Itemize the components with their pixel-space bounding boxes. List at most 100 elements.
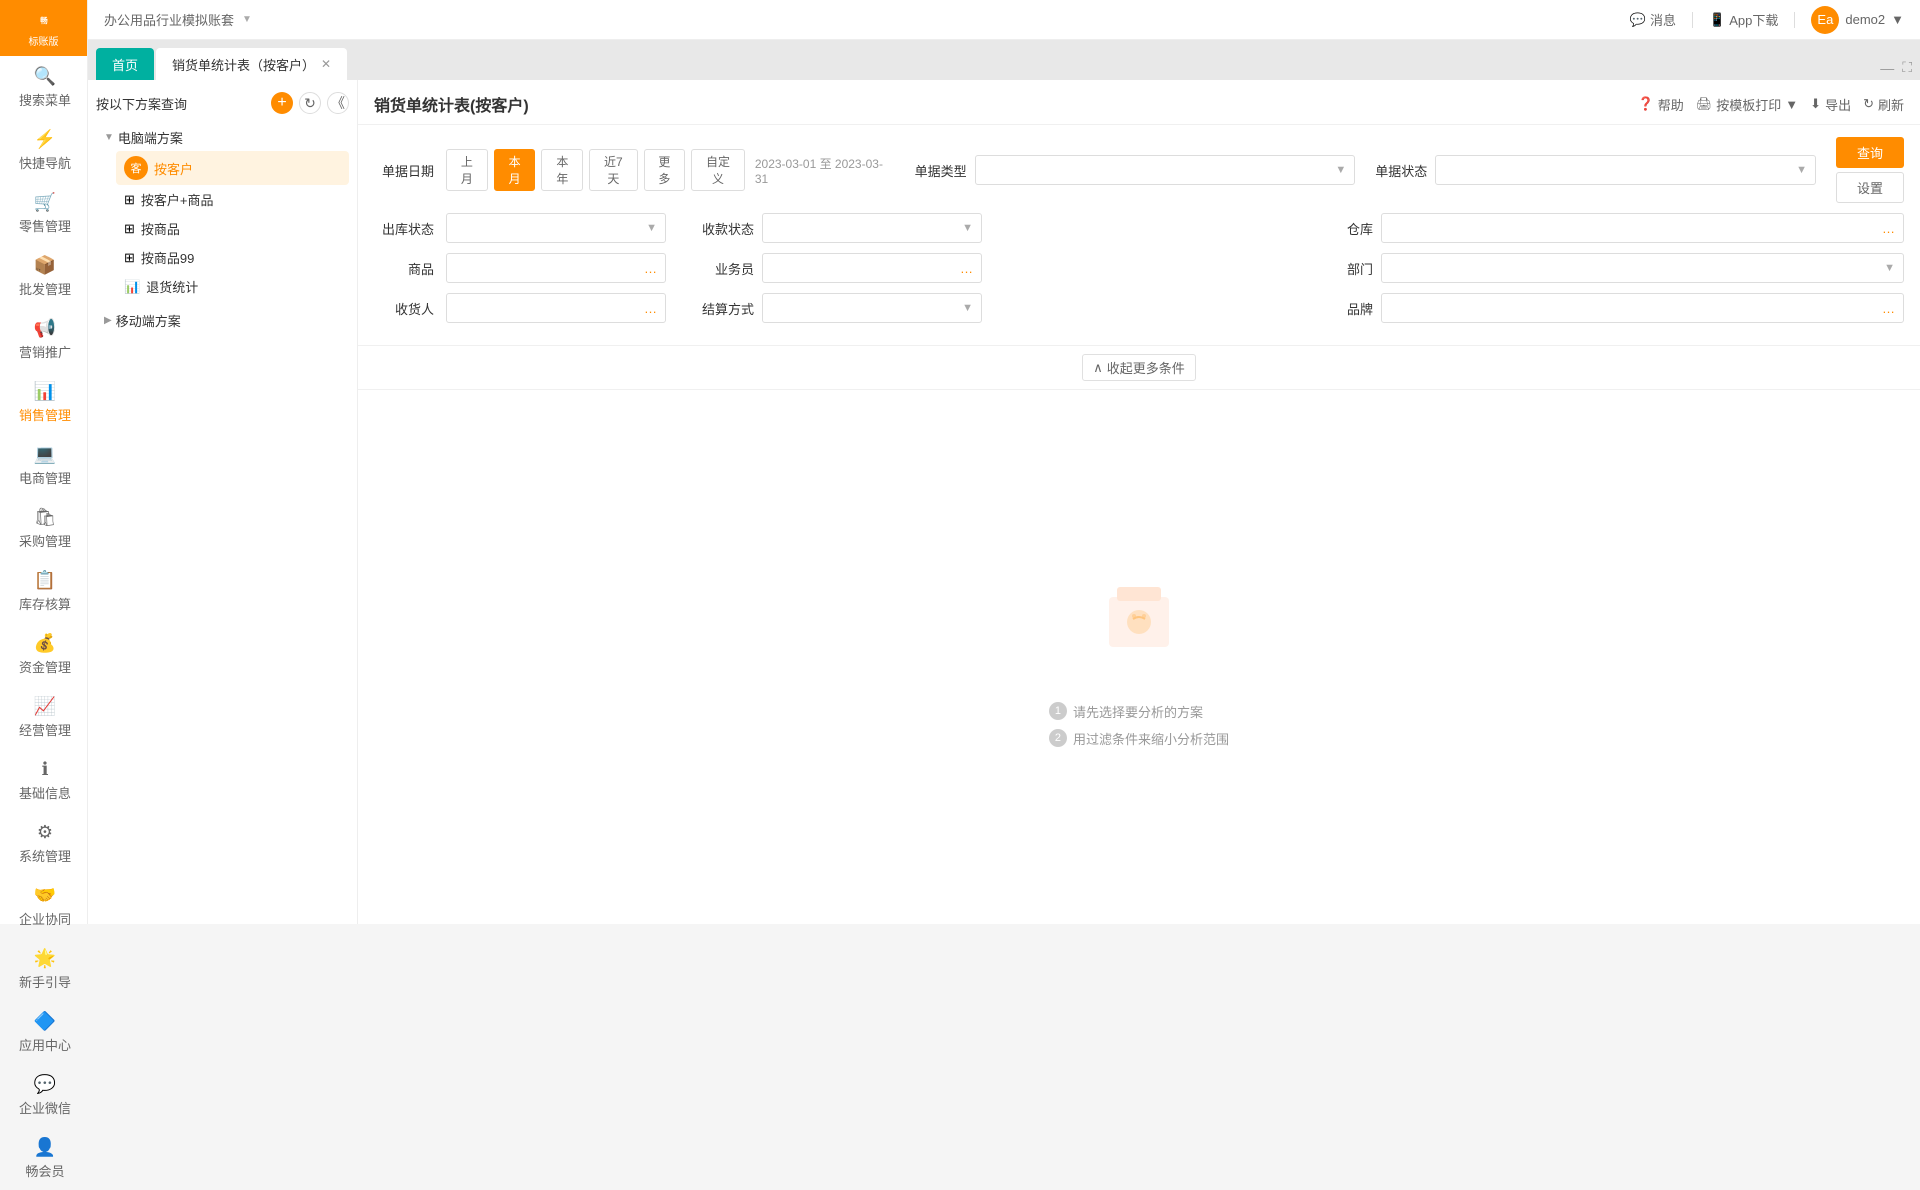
settings-button[interactable]: 设置 (1836, 172, 1904, 203)
goods-label: 商品 (374, 259, 434, 278)
empty-state-icon (1089, 567, 1189, 686)
department-select[interactable]: ▼ (1381, 253, 1904, 283)
collapse-up-icon: ∧ (1093, 360, 1103, 376)
scheme-by-goods[interactable]: ⊞ 按商品 (116, 214, 349, 243)
sidebar-item-enterprise-wechat[interactable]: 💬 企业微信 (0, 1064, 87, 1127)
tab-close-button[interactable]: ✕ (321, 57, 331, 71)
query-button[interactable]: 查询 (1836, 137, 1904, 168)
doc-status-select[interactable]: ▼ (1435, 155, 1816, 185)
finance-icon: 💰 (34, 633, 56, 654)
left-panel: 按以下方案查询 + ↻ 《 ▼ 电脑端方案 客 按客户 ⊞ 按客户 (88, 80, 358, 924)
sidebar-item-member[interactable]: 👤 畅会员 (0, 1127, 87, 1190)
refresh-scheme-button[interactable]: ↻ (299, 92, 321, 114)
filter-area: 单据日期 上月 本月 本年 近7天 更多 自定义 2023-03-01 至 20… (358, 125, 1920, 346)
brand-input[interactable]: … (1381, 293, 1904, 323)
department-chevron: ▼ (1884, 262, 1895, 274)
mobile-group-arrow: ▶ (104, 315, 112, 326)
collapse-conditions-button[interactable]: ∧ 收起更多条件 (1082, 354, 1196, 381)
print-button[interactable]: 🖨 按模板打印 ▼ (1696, 95, 1798, 114)
consignee-label: 收货人 (374, 299, 434, 318)
scheme-by-goods-99[interactable]: ⊞ 按商品99 (116, 243, 349, 272)
consignee-input[interactable]: … (446, 293, 666, 323)
page-content: 按以下方案查询 + ↻ 《 ▼ 电脑端方案 客 按客户 ⊞ 按客户 (88, 80, 1920, 924)
refresh-button[interactable]: ↻ 刷新 (1863, 95, 1904, 114)
outstock-chevron: ▼ (646, 222, 657, 234)
tabs-bar: 首页 销货单统计表（按客户） ✕ — ⛶ (88, 40, 1920, 80)
warehouse-input[interactable]: … (1381, 213, 1904, 243)
sidebar-item-system[interactable]: ⚙ 系统管理 (0, 812, 87, 875)
message-button[interactable]: 💬 消息 (1630, 10, 1676, 29)
empty-hint-1: 1 请先选择要分析的方案 (1049, 702, 1229, 721)
scheme-by-return[interactable]: 📊 退货统计 (116, 272, 349, 301)
payment-select[interactable]: ▼ (762, 293, 982, 323)
sidebar-item-retail[interactable]: 🛒 零售管理 (0, 182, 87, 245)
hint-num-1: 1 (1049, 702, 1067, 720)
sidebar-item-quick-nav[interactable]: ⚡ 快捷导航 (0, 119, 87, 182)
sidebar: 畅 标账版 🔍 搜索菜单 ⚡ 快捷导航 🛒 零售管理 📦 批发管理 📢 营销推广… (0, 0, 88, 924)
sidebar-item-finance[interactable]: 💰 资金管理 (0, 623, 87, 686)
outstock-select[interactable]: ▼ (446, 213, 666, 243)
salesperson-input[interactable]: … (762, 253, 982, 283)
doc-type-select[interactable]: ▼ (975, 155, 1356, 185)
goods-input[interactable]: … (446, 253, 666, 283)
tab-home[interactable]: 首页 (96, 48, 154, 80)
window-maximize-button[interactable]: ⛶ (1902, 59, 1912, 76)
collapse-left-button[interactable]: 《 (327, 92, 349, 114)
scheme-by-customer-goods[interactable]: ⊞ 按客户+商品 (116, 185, 349, 214)
sidebar-item-newbie[interactable]: 🌟 新手引导 (0, 938, 87, 1001)
top-header: 办公用品行业模拟账套 ▼ 💬 消息 📱 App下载 Ea demo2 ▼ (88, 0, 1920, 40)
inventory-icon: 📋 (34, 570, 56, 591)
brand-dots: … (1882, 301, 1895, 316)
marketing-icon: 📢 (34, 318, 56, 339)
sidebar-item-enterprise[interactable]: 🤝 企业协同 (0, 875, 87, 938)
desktop-group-arrow: ▼ (104, 132, 114, 143)
sidebar-item-purchase[interactable]: 🛍 采购管理 (0, 497, 87, 560)
sidebar-item-app-center[interactable]: 🔷 应用中心 (0, 1001, 87, 1064)
tab-sales-stat[interactable]: 销货单统计表（按客户） ✕ (156, 48, 347, 80)
sidebar-item-ecommerce[interactable]: 💻 电商管理 (0, 434, 87, 497)
salesperson-dots: … (960, 261, 973, 276)
warehouse-label: 仓库 (1313, 219, 1373, 238)
by-goods-icon: ⊞ (124, 221, 135, 237)
mobile-group-node[interactable]: ▶ 移动端方案 (96, 307, 349, 334)
receipt-select[interactable]: ▼ (762, 213, 982, 243)
more-date-button[interactable]: 更多 (644, 149, 686, 191)
sidebar-item-search-menu[interactable]: 🔍 搜索菜单 (0, 56, 87, 119)
left-panel-actions: + ↻ 《 (271, 92, 349, 114)
wholesale-icon: 📦 (34, 255, 56, 276)
app-download-button[interactable]: 📱 App下载 (1709, 10, 1778, 29)
user-area[interactable]: Ea demo2 ▼ (1811, 6, 1904, 34)
window-minimize-button[interactable]: — (1880, 60, 1894, 76)
sidebar-item-basic[interactable]: ℹ 基础信息 (0, 749, 87, 812)
scheme-by-customer[interactable]: 客 按客户 (116, 151, 349, 185)
brand-col: 品牌 … (1313, 293, 1904, 323)
sidebar-item-wholesale[interactable]: 📦 批发管理 (0, 245, 87, 308)
dropdown-arrow[interactable]: ▼ (242, 14, 252, 25)
this-month-button[interactable]: 本月 (494, 149, 536, 191)
desktop-group-node[interactable]: ▼ 电脑端方案 (96, 124, 349, 151)
sidebar-item-inventory[interactable]: 📋 库存核算 (0, 560, 87, 623)
left-panel-header: 按以下方案查询 + ↻ 《 (96, 92, 349, 114)
custom-date-button[interactable]: 自定义 (691, 149, 745, 191)
last7-button[interactable]: 近7天 (589, 149, 637, 191)
warehouse-dots: … (1882, 221, 1895, 236)
receipt-label: 收款状态 (694, 219, 754, 238)
hint-num-2: 2 (1049, 729, 1067, 747)
filter-row-4: 收货人 … 结算方式 ▼ 品牌 (374, 293, 1904, 323)
export-button[interactable]: ⬇ 导出 (1810, 95, 1851, 114)
sidebar-item-marketing[interactable]: 📢 营销推广 (0, 308, 87, 371)
last-month-button[interactable]: 上月 (446, 149, 488, 191)
print-icon: 🖨 (1696, 96, 1713, 112)
sidebar-item-sales[interactable]: 📊 销售管理 (0, 371, 87, 434)
by-customer-label: 按客户 (154, 159, 193, 178)
sales-stat-tab-label: 销货单统计表（按客户） (172, 55, 315, 74)
this-year-button[interactable]: 本年 (541, 149, 583, 191)
sidebar-item-operations[interactable]: 📈 经营管理 (0, 686, 87, 749)
print-dropdown-icon[interactable]: ▼ (1785, 97, 1798, 112)
user-dropdown-icon: ▼ (1891, 12, 1904, 27)
add-scheme-button[interactable]: + (271, 92, 293, 114)
purchase-icon: 🛍 (34, 507, 57, 528)
doc-status-chevron: ▼ (1796, 164, 1807, 176)
help-button[interactable]: ❓ 帮助 (1638, 95, 1684, 114)
empty-hint-2: 2 用过滤条件来缩小分析范围 (1049, 729, 1229, 748)
